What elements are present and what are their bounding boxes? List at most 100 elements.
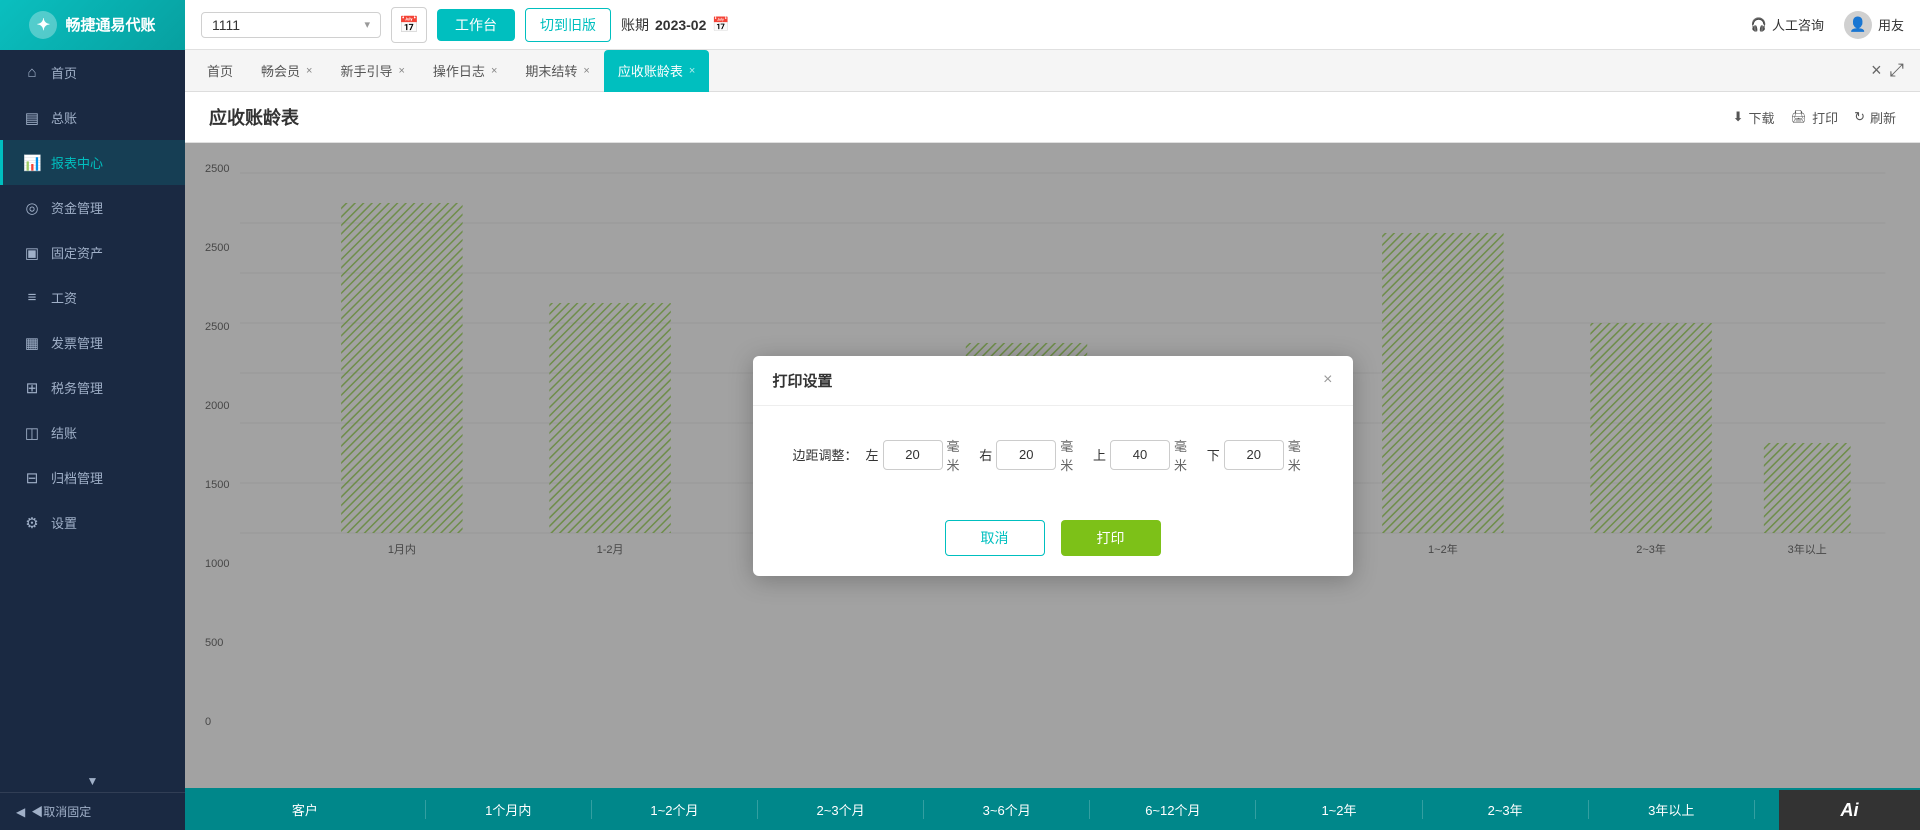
sidebar-item-label-ledger: 总账 bbox=[51, 108, 77, 127]
settings-icon: ⚙ bbox=[23, 514, 41, 532]
window-close-button[interactable]: × bbox=[1871, 60, 1882, 81]
user-avatar: 👤 bbox=[1844, 11, 1872, 39]
top-margin-input[interactable] bbox=[1110, 440, 1170, 470]
logo-text: 畅捷通易代账 bbox=[65, 14, 155, 35]
print-settings-dialog: 打印设置 × 边距调整： 左 毫米 bbox=[753, 356, 1353, 576]
bottom-margin-input[interactable] bbox=[1224, 440, 1284, 470]
sidebar-item-label-settings: 设置 bbox=[51, 513, 77, 532]
sidebar-item-settlement[interactable]: ◫ 结账 bbox=[0, 410, 185, 455]
bottom-margin-group: 下 毫米 bbox=[1207, 436, 1305, 474]
sidebar-item-label-tax: 税务管理 bbox=[51, 378, 103, 397]
col-2-3year: 2~3年 bbox=[1423, 800, 1589, 819]
tab-ar-aging-close[interactable]: × bbox=[689, 65, 695, 77]
sidebar-footer-label: ◀取消固定 bbox=[31, 803, 91, 820]
modal-footer: 取消 打印 bbox=[753, 504, 1353, 576]
left-label: 左 bbox=[866, 445, 879, 464]
sidebar-item-reports[interactable]: 📊 报表中心 bbox=[0, 140, 185, 185]
pin-icon: ◀ bbox=[16, 805, 25, 819]
tab-oplog-close[interactable]: × bbox=[491, 65, 497, 77]
col-customer: 客户 bbox=[185, 800, 426, 819]
logo-icon: ✦ bbox=[29, 11, 57, 39]
sidebar-item-invoice[interactable]: ▦ 发票管理 bbox=[0, 320, 185, 365]
funds-icon: ◎ bbox=[23, 199, 41, 217]
sidebar-item-ledger[interactable]: ▤ 总账 bbox=[0, 95, 185, 140]
tabs-bar: 首页 畅会员 × 新手引导 × 操作日志 × 期末结转 × bbox=[185, 50, 1920, 92]
print-button[interactable]: 🖨 打印 bbox=[1791, 108, 1839, 127]
tab-period-end-close[interactable]: × bbox=[583, 65, 589, 77]
chevron-down-icon: ▾ bbox=[364, 18, 370, 31]
right-unit: 毫米 bbox=[1060, 436, 1077, 474]
tab-home[interactable]: 首页 bbox=[193, 50, 247, 92]
download-button[interactable]: ⬇ 下载 bbox=[1733, 108, 1775, 127]
print-icon: 🖨 bbox=[1791, 109, 1808, 125]
page-actions: ⬇ 下载 🖨 打印 ↻ 刷新 bbox=[1733, 108, 1896, 127]
account-period-label: 账期 bbox=[621, 15, 649, 35]
sidebar-item-label-archive: 归档管理 bbox=[51, 468, 103, 487]
sidebar-item-settings[interactable]: ⚙ 设置 bbox=[0, 500, 185, 545]
download-label: 下载 bbox=[1749, 108, 1775, 127]
user-area[interactable]: 👤 用友 bbox=[1844, 11, 1904, 39]
company-selector[interactable]: 1111 ▾ bbox=[201, 12, 381, 38]
tab-oplog[interactable]: 操作日志 × bbox=[419, 50, 511, 92]
tab-member-close[interactable]: × bbox=[306, 65, 312, 77]
invoice-icon: ▦ bbox=[23, 334, 41, 352]
sidebar-item-salary[interactable]: ≡ 工资 bbox=[0, 275, 185, 320]
tab-member-label: 畅会员 bbox=[261, 61, 300, 80]
home-icon: ⌂ bbox=[23, 64, 41, 81]
col-3-6month: 3~6个月 bbox=[924, 800, 1090, 819]
tab-guide-close[interactable]: × bbox=[398, 65, 404, 77]
window-expand-button[interactable]: ⤢ bbox=[1890, 60, 1904, 81]
tab-period-end[interactable]: 期末结转 × bbox=[511, 50, 603, 92]
tab-guide-label: 新手引导 bbox=[340, 61, 392, 80]
right-margin-input[interactable] bbox=[996, 440, 1056, 470]
page-title: 应收账龄表 bbox=[209, 104, 299, 130]
tab-ar-aging[interactable]: 应收账龄表 × bbox=[604, 50, 709, 92]
bottom-label: 下 bbox=[1207, 445, 1220, 464]
tab-period-end-label: 期末结转 bbox=[525, 61, 577, 80]
sidebar-item-archive[interactable]: ⊟ 归档管理 bbox=[0, 455, 185, 500]
archive-icon: ⊟ bbox=[23, 469, 41, 487]
left-margin-input[interactable] bbox=[883, 440, 943, 470]
left-unit: 毫米 bbox=[947, 436, 964, 474]
calendar-icon-btn[interactable]: 📅 bbox=[391, 7, 427, 43]
tab-member[interactable]: 畅会员 × bbox=[247, 50, 326, 92]
ai-watermark: Ai bbox=[1779, 790, 1920, 830]
sidebar-item-funds[interactable]: ◎ 资金管理 bbox=[0, 185, 185, 230]
tab-guide[interactable]: 新手引导 × bbox=[326, 50, 418, 92]
account-period-calendar-icon[interactable]: 📅 bbox=[712, 16, 729, 33]
sidebar-scroll: ⌂ 首页 ▤ 总账 📊 报表中心 ◎ 资金管理 ▣ 固定资产 bbox=[0, 50, 185, 770]
tax-icon: ⊞ bbox=[23, 379, 41, 397]
col-6-12month: 6~12个月 bbox=[1090, 800, 1256, 819]
headset-icon: 🎧 bbox=[1751, 17, 1767, 33]
col-3year-plus: 3年以上 bbox=[1589, 800, 1755, 819]
sidebar-item-home[interactable]: ⌂ 首页 bbox=[0, 50, 185, 95]
modal-close-button[interactable]: × bbox=[1323, 371, 1332, 389]
page-header: 应收账龄表 ⬇ 下载 🖨 打印 ↻ 刷新 bbox=[185, 92, 1920, 143]
sidebar-item-assets[interactable]: ▣ 固定资产 bbox=[0, 230, 185, 275]
right-margin-group: 右 毫米 bbox=[979, 436, 1077, 474]
print-confirm-button[interactable]: 打印 bbox=[1061, 520, 1161, 556]
tab-oplog-label: 操作日志 bbox=[433, 61, 485, 80]
sidebar-item-tax[interactable]: ⊞ 税务管理 bbox=[0, 365, 185, 410]
workbench-button[interactable]: 工作台 bbox=[437, 9, 515, 41]
cancel-button[interactable]: 取消 bbox=[945, 520, 1045, 556]
margin-label: 边距调整： bbox=[793, 445, 858, 464]
sidebar-item-label-reports: 报表中心 bbox=[51, 153, 103, 172]
sidebar-pin-toggle[interactable]: ◀ ◀取消固定 bbox=[0, 792, 185, 830]
refresh-label: 刷新 bbox=[1870, 108, 1896, 127]
sidebar-scroll-down[interactable]: ▼ bbox=[0, 770, 185, 792]
col-2-3month: 2~3个月 bbox=[758, 800, 924, 819]
download-icon: ⬇ bbox=[1733, 109, 1744, 125]
switch-version-button[interactable]: 切到旧版 bbox=[525, 8, 611, 42]
ai-watermark-text: Ai bbox=[1841, 800, 1859, 821]
tab-home-label: 首页 bbox=[207, 61, 233, 80]
modal-overlay: 打印设置 × 边距调整： 左 毫米 bbox=[185, 143, 1920, 788]
account-period-value: 2023-02 bbox=[655, 17, 706, 33]
left-margin-group: 左 毫米 bbox=[866, 436, 964, 474]
top-unit: 毫米 bbox=[1174, 436, 1191, 474]
refresh-button[interactable]: ↻ 刷新 bbox=[1854, 108, 1896, 127]
tab-ar-aging-label: 应收账龄表 bbox=[618, 61, 683, 80]
support-link[interactable]: 🎧 人工咨询 bbox=[1751, 15, 1824, 34]
margin-settings-row: 边距调整： 左 毫米 右 毫米 bbox=[793, 436, 1313, 474]
salary-icon: ≡ bbox=[23, 289, 41, 306]
